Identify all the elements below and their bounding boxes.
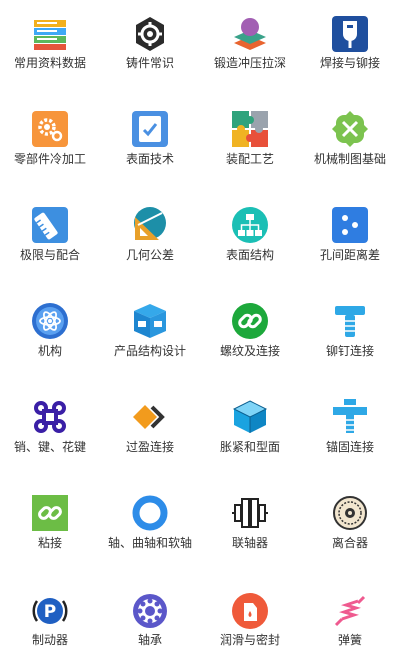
category-item[interactable]: 零部件冷加工 [0, 96, 100, 192]
hierarchy-icon [232, 207, 268, 243]
category-label: 弹簧 [337, 633, 362, 647]
category-label: 表面结构 [225, 248, 274, 262]
category-item[interactable]: 锚固连接 [300, 384, 400, 480]
category-label: 焊接与铆接 [319, 56, 380, 70]
atom-icon [32, 303, 68, 339]
category-label: 销、键、花键 [13, 440, 86, 454]
category-label: 机械制图基础 [313, 152, 386, 166]
spring-icon [332, 593, 368, 629]
chain-link-icon [32, 495, 68, 531]
svg-text:P: P [44, 602, 56, 622]
diamond-chevron-icon [132, 399, 168, 435]
category-item[interactable]: P 制动器 [0, 576, 100, 672]
category-label: 轴承 [137, 633, 162, 647]
category-item[interactable]: 铸件常识 [100, 0, 200, 96]
category-label: 制动器 [31, 633, 68, 647]
category-item[interactable]: 销、键、花键 [0, 384, 100, 480]
dots-icon [332, 207, 368, 243]
anchor-bolt-icon [332, 399, 368, 435]
category-item[interactable]: 粘接 [0, 480, 100, 576]
drafting-tools-icon [332, 111, 368, 147]
ruler-icon [32, 207, 68, 243]
category-item[interactable]: 联轴器 [200, 480, 300, 576]
category-label: 润滑与密封 [219, 633, 280, 647]
category-item[interactable]: 铆钉连接 [300, 288, 400, 384]
category-label: 过盈连接 [125, 440, 174, 454]
category-label: 铆钉连接 [325, 344, 374, 358]
category-item[interactable]: 锻造冲压拉深 [200, 0, 300, 96]
category-label: 离合器 [331, 536, 368, 550]
category-item[interactable]: 轴、曲轴和软轴 [100, 480, 200, 576]
category-item[interactable]: 机构 [0, 288, 100, 384]
gears-icon [32, 111, 68, 147]
category-item[interactable]: 几何公差 [100, 192, 200, 288]
command-key-icon [32, 399, 68, 435]
category-label: 孔间距离差 [319, 248, 380, 262]
category-label: 几何公差 [125, 248, 174, 262]
puzzle-icon [232, 111, 268, 147]
category-item[interactable]: 极限与配合 [0, 192, 100, 288]
category-item[interactable]: 轴承 [100, 576, 200, 672]
category-label: 联轴器 [231, 536, 268, 550]
category-label: 螺纹及连接 [219, 344, 280, 358]
clutch-icon [332, 495, 368, 531]
category-item[interactable]: 装配工艺 [200, 96, 300, 192]
checklist-icon [132, 111, 168, 147]
category-item[interactable]: 弹簧 [300, 576, 400, 672]
cube-icon [232, 399, 268, 435]
category-label: 粘接 [37, 536, 62, 550]
category-item[interactable]: 螺纹及连接 [200, 288, 300, 384]
category-item[interactable]: 孔间距离差 [300, 192, 400, 288]
rivet-icon [332, 303, 368, 339]
welding-icon [332, 16, 368, 52]
category-item[interactable]: 离合器 [300, 480, 400, 576]
link-circle-icon [232, 303, 268, 339]
category-item[interactable]: 胀紧和型面 [200, 384, 300, 480]
category-item[interactable]: 表面结构 [200, 192, 300, 288]
category-label: 轴、曲轴和软轴 [107, 536, 192, 550]
category-label: 极限与配合 [19, 248, 80, 262]
ring-icon [132, 495, 168, 531]
category-item[interactable]: 润滑与密封 [200, 576, 300, 672]
category-item[interactable]: 表面技术 [100, 96, 200, 192]
parking-brake-icon: P [32, 593, 68, 629]
category-label: 产品结构设计 [113, 344, 186, 358]
category-label: 胀紧和型面 [219, 440, 280, 454]
triangle-ruler-icon [132, 207, 168, 243]
category-label: 表面技术 [125, 152, 174, 166]
product-box-icon [132, 303, 168, 339]
category-grid: 常用资料数据 铸件常识 锻造冲压拉深 焊接与铆接 零部件冷加工 表面技术 装配工… [0, 0, 400, 647]
category-item[interactable]: 产品结构设计 [100, 288, 200, 384]
category-label: 常用资料数据 [13, 56, 86, 70]
category-item[interactable]: 常用资料数据 [0, 0, 100, 96]
category-label: 锚固连接 [325, 440, 374, 454]
category-label: 铸件常识 [125, 56, 174, 70]
category-label: 锻造冲压拉深 [213, 56, 286, 70]
category-item[interactable]: 机械制图基础 [300, 96, 400, 192]
gear-icon [132, 16, 168, 52]
category-label: 零部件冷加工 [13, 152, 86, 166]
category-label: 装配工艺 [225, 152, 274, 166]
category-label: 机构 [37, 344, 62, 358]
category-item[interactable]: 焊接与铆接 [300, 0, 400, 96]
oil-can-icon [232, 593, 268, 629]
forging-layers-icon [232, 16, 268, 52]
data-stack-icon [32, 16, 68, 52]
coupling-icon [232, 495, 268, 531]
category-item[interactable]: 过盈连接 [100, 384, 200, 480]
bearing-icon [132, 593, 168, 629]
